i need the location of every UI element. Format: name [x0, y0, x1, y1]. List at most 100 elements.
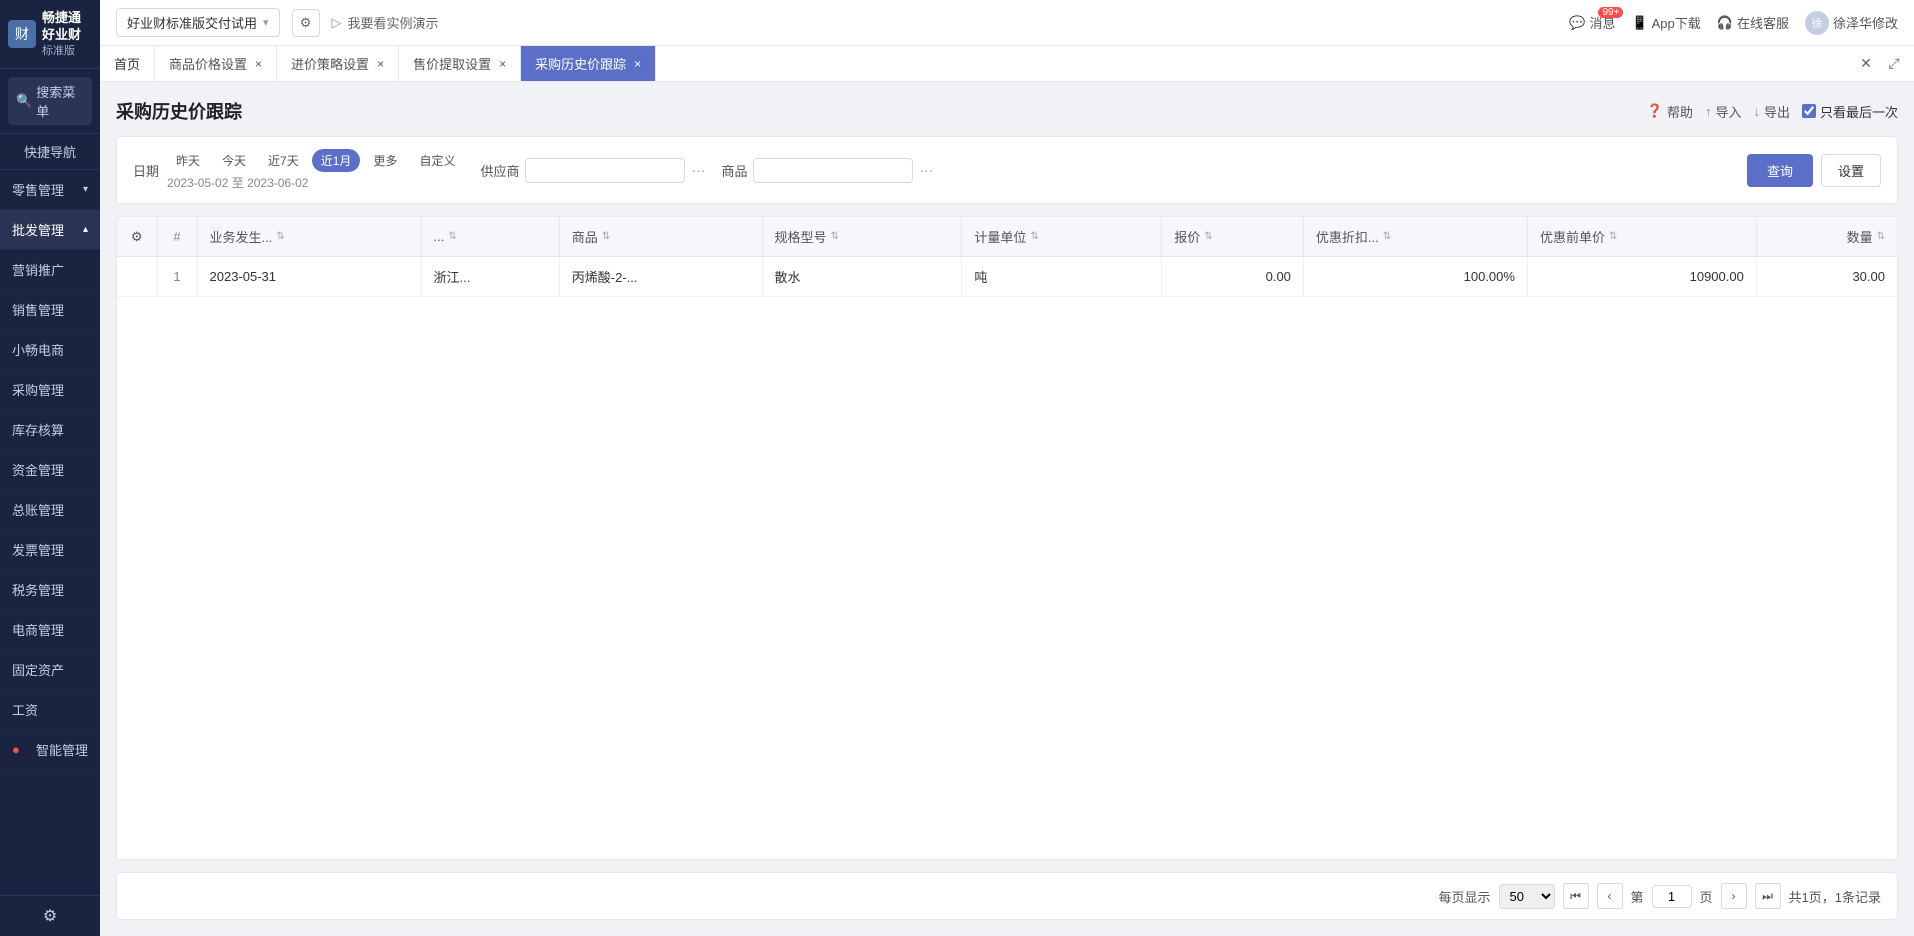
version-selector-label: 好业财标准版交付试用 — [127, 13, 257, 32]
date-pill-today[interactable]: 今天 — [213, 149, 255, 172]
headset-icon: 🎧 — [1717, 15, 1733, 31]
sidebar-item-wholesale[interactable]: 批发管理 ▴ — [0, 210, 100, 250]
date-range-display: 2023-05-02 至 2023-06-02 — [167, 174, 464, 191]
last-only-checkbox-label[interactable]: 只看最后一次 — [1802, 102, 1898, 121]
export-button[interactable]: ↓ 导出 — [1753, 102, 1790, 121]
sidebar-item-ecom[interactable]: 电商管理 — [0, 610, 100, 650]
row-settings-cell — [117, 257, 157, 297]
date-pill-custom[interactable]: 自定义 — [410, 149, 464, 172]
product-input[interactable] — [753, 158, 913, 183]
per-page-label: 每页显示 — [1438, 887, 1490, 906]
tab-home[interactable]: 首页 — [100, 46, 155, 81]
th-quote[interactable]: 报价 ⇅ — [1162, 217, 1304, 257]
row-num-cell: 1 — [157, 257, 197, 297]
expand-tab-button[interactable]: ⤢ — [1882, 52, 1906, 76]
tab-strategy-label: 进价策略设置 — [291, 54, 369, 73]
th-discount[interactable]: 优惠折扣... ⇅ — [1303, 217, 1527, 257]
last-page-button[interactable]: ⏭ — [1755, 883, 1781, 909]
search-menu-button[interactable]: 🔍 搜索菜单 — [8, 77, 92, 125]
help-button[interactable]: ❓ 帮助 — [1647, 102, 1693, 121]
tab-price[interactable]: 商品价格设置 × — [155, 46, 277, 81]
sidebar-item-sales[interactable]: 销售管理 — [0, 290, 100, 330]
table-row[interactable]: 1 2023-05-31 浙江... 丙烯酸-2-... 散水 吨 0.00 1… — [117, 257, 1897, 297]
th-unit[interactable]: 计量单位 ⇅ — [962, 217, 1162, 257]
sort-icon: ⇅ — [602, 231, 610, 242]
query-button[interactable]: 查询 — [1747, 154, 1813, 187]
last-only-checkbox[interactable] — [1802, 104, 1816, 118]
tab-bar: 首页 商品价格设置 × 进价策略设置 × 售价提取设置 × 采购历史价跟踪 × … — [100, 46, 1914, 82]
chevron-down-icon: ▾ — [263, 16, 269, 29]
import-button[interactable]: ↑ 导入 — [1705, 102, 1742, 121]
import-icon: ↑ — [1705, 104, 1712, 119]
sort-icon: ⇅ — [448, 231, 456, 242]
per-page-select[interactable]: 10 20 50 100 — [1499, 884, 1555, 909]
sidebar-item-purchase[interactable]: 采购管理 — [0, 370, 100, 410]
table-body: 1 2023-05-31 浙江... 丙烯酸-2-... 散水 吨 0.00 1… — [117, 257, 1897, 297]
th-date[interactable]: 业务发生... ⇅ — [197, 217, 421, 257]
sidebar-item-ledger-label: 总账管理 — [12, 500, 64, 519]
th-spec[interactable]: 规格型号 ⇅ — [762, 217, 962, 257]
close-icon[interactable]: × — [499, 58, 506, 70]
tab-price-label: 商品价格设置 — [169, 54, 247, 73]
close-icon[interactable]: × — [377, 58, 384, 70]
topbar: 好业财标准版交付试用 ▾ ⚙ ▷ 我要看实例演示 💬 消息 99+ 📱 App下… — [100, 0, 1914, 46]
product-more-icon[interactable]: ··· — [919, 162, 933, 178]
sidebar-item-tax[interactable]: 税务管理 — [0, 570, 100, 610]
th-settings[interactable]: ⚙ — [117, 217, 157, 257]
sort-icon: ⇅ — [1609, 231, 1617, 242]
sidebar-search-area[interactable]: 🔍 搜索菜单 — [0, 69, 100, 134]
sidebar-item-invoice[interactable]: 发票管理 — [0, 530, 100, 570]
supplier-input[interactable] — [525, 158, 685, 183]
sidebar-shortcut-nav[interactable]: 快捷导航 — [0, 134, 100, 170]
th-more[interactable]: ... ⇅ — [421, 217, 559, 257]
sidebar-item-inventory[interactable]: 库存核算 — [0, 410, 100, 450]
th-quantity[interactable]: 数量 ⇅ — [1756, 217, 1897, 257]
close-icon[interactable]: × — [634, 58, 641, 70]
sidebar-logo: 财 畅捷通好业财 标准版 — [0, 0, 100, 69]
date-pill-7days[interactable]: 近7天 — [259, 149, 308, 172]
version-selector[interactable]: 好业财标准版交付试用 ▾ — [116, 8, 280, 37]
tab-sale-price-label: 售价提取设置 — [413, 54, 491, 73]
th-product[interactable]: 商品 ⇅ — [559, 217, 762, 257]
tabbar-actions: ✕ ⤢ — [1854, 52, 1914, 76]
page-input[interactable] — [1652, 885, 1692, 908]
next-page-button[interactable]: › — [1721, 883, 1747, 909]
messages-button[interactable]: 💬 消息 99+ — [1569, 13, 1615, 32]
sidebar-item-salary[interactable]: 工资 — [0, 690, 100, 730]
sidebar-item-salary-label: 工资 — [12, 700, 38, 719]
close-icon[interactable]: × — [255, 58, 262, 70]
sidebar-item-retail[interactable]: 零售管理 ▾ — [0, 170, 100, 210]
tab-strategy[interactable]: 进价策略设置 × — [277, 46, 399, 81]
date-pill-yesterday[interactable]: 昨天 — [167, 149, 209, 172]
settings-icon: ⚙ — [131, 229, 143, 244]
smart-dot-icon: ● — [12, 742, 20, 757]
tab-sale-price[interactable]: 售价提取设置 × — [399, 46, 521, 81]
topbar-settings-button[interactable]: ⚙ — [292, 9, 320, 37]
supplier-more-icon[interactable]: ··· — [691, 162, 705, 178]
sidebar-item-ecom-small[interactable]: 小畅电商 — [0, 330, 100, 370]
product-filter-group: 商品 ··· — [721, 158, 933, 183]
demo-link[interactable]: ▷ 我要看实例演示 — [332, 13, 439, 32]
sidebar-item-ledger[interactable]: 总账管理 — [0, 490, 100, 530]
topbar-right: 💬 消息 99+ 📱 App下载 🎧 在线客服 徐 徐泽华修改 — [1569, 11, 1898, 35]
settings-icon[interactable]: ⚙ — [43, 906, 57, 926]
date-pill-1month[interactable]: 近1月 — [312, 149, 361, 172]
sort-icon: ⇅ — [1030, 231, 1038, 242]
th-pre-discount-price[interactable]: 优惠前单价 ⇅ — [1527, 217, 1756, 257]
sidebar-item-assets[interactable]: 固定资产 — [0, 650, 100, 690]
sidebar-item-smart[interactable]: ● 智能管理 — [0, 730, 100, 770]
first-page-button[interactable]: ⏮ — [1563, 883, 1589, 909]
date-pill-more[interactable]: 更多 — [364, 149, 406, 172]
play-icon: ▷ — [332, 15, 342, 31]
user-profile-button[interactable]: 徐 徐泽华修改 — [1805, 11, 1898, 35]
close-tab-button[interactable]: ✕ — [1854, 52, 1878, 76]
online-service-button[interactable]: 🎧 在线客服 — [1717, 13, 1789, 32]
messages-badge: 99+ — [1598, 7, 1623, 18]
sidebar-item-finance[interactable]: 资金管理 — [0, 450, 100, 490]
app-download-button[interactable]: 📱 App下载 — [1631, 13, 1700, 32]
prev-page-button[interactable]: ‹ — [1597, 883, 1623, 909]
filter-settings-button[interactable]: 设置 — [1821, 154, 1881, 187]
tab-history[interactable]: 采购历史价跟踪 × — [521, 46, 656, 81]
sidebar-item-marketing[interactable]: 营销推广 — [0, 250, 100, 290]
sort-icon: ⇅ — [1204, 231, 1212, 242]
